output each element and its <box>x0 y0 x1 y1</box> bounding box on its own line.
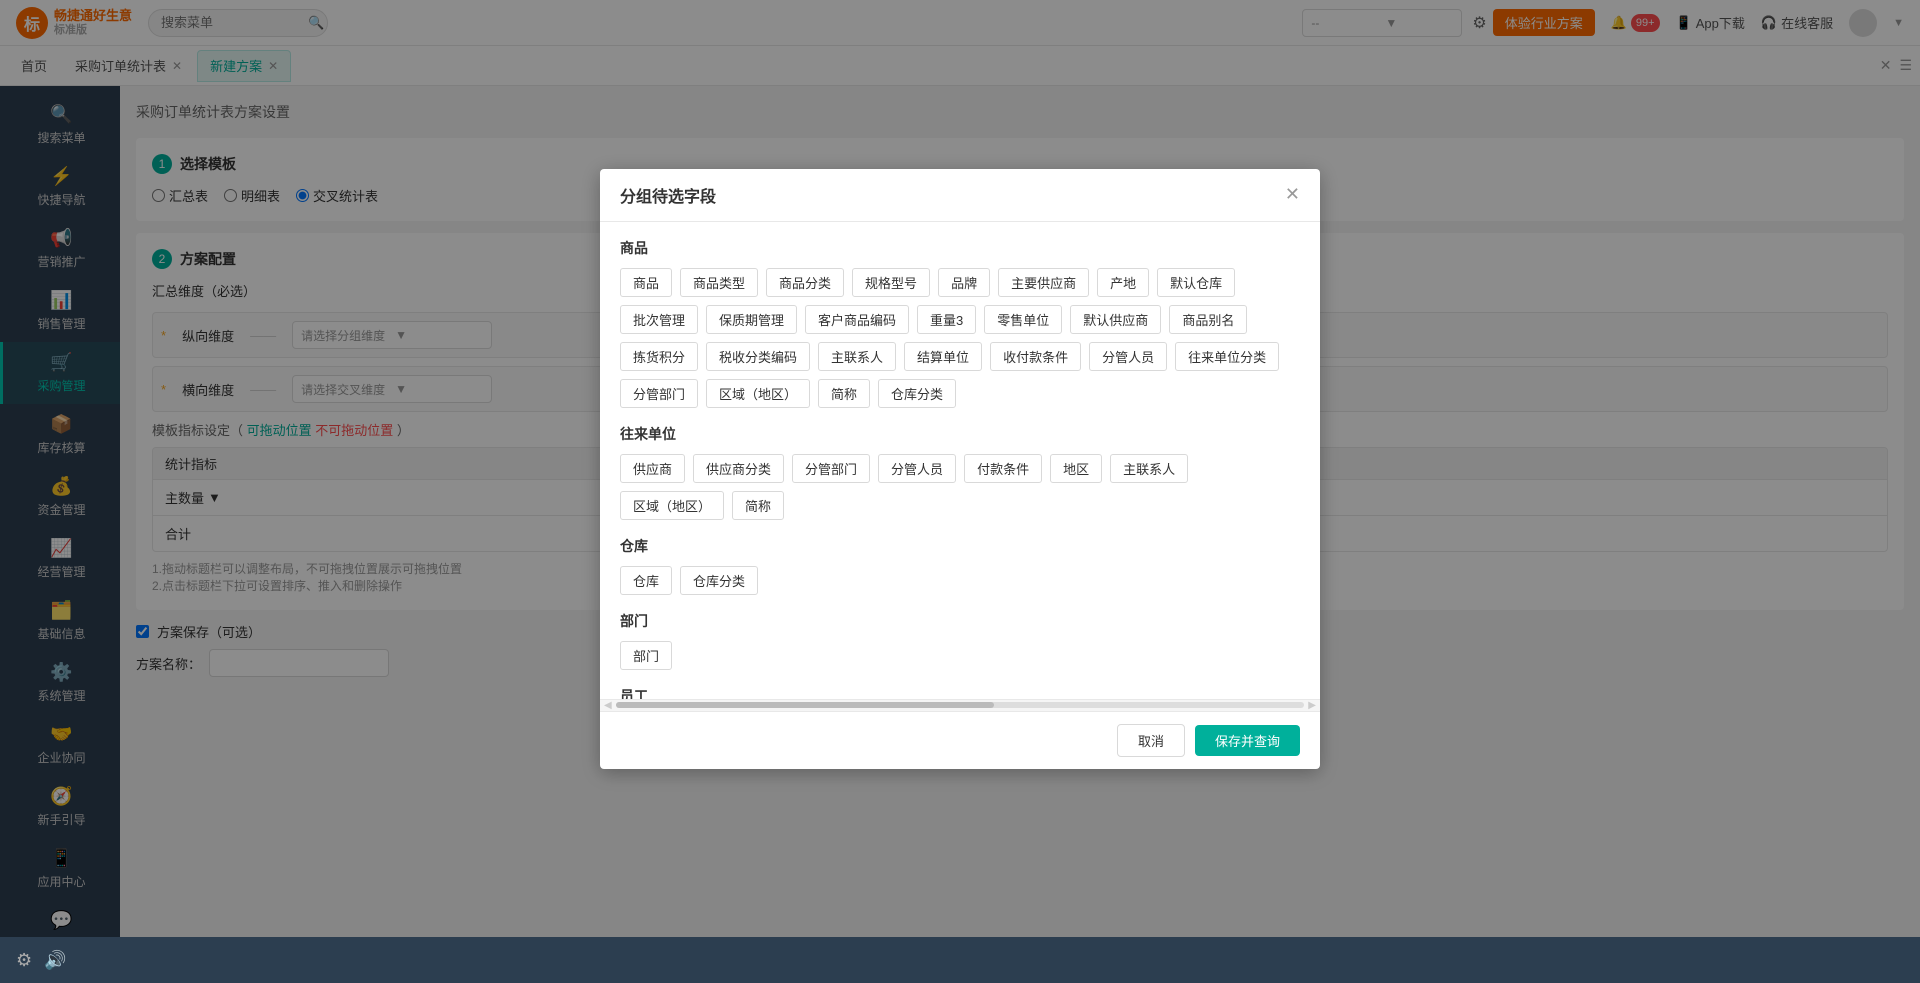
field-tag[interactable]: 税收分类编码 <box>706 342 810 371</box>
field-tag[interactable]: 默认仓库 <box>1157 268 1235 297</box>
modal-dialog: 分组待选字段 ✕ 商品商品商品类型商品分类规格型号品牌主要供应商产地默认仓库批次… <box>600 169 1320 769</box>
field-tag[interactable]: 供应商分类 <box>693 454 784 483</box>
bottombar: ⚙ 🔊 <box>0 937 1920 983</box>
field-tag[interactable]: 客户商品编码 <box>805 305 909 334</box>
modal-body: 商品商品商品类型商品分类规格型号品牌主要供应商产地默认仓库批次管理保质期管理客户… <box>600 222 1320 699</box>
field-tag[interactable]: 商品 <box>620 268 672 297</box>
field-section-往来单位: 往来单位供应商供应商分类分管部门分管人员付款条件地区主联系人区域（地区） 简称 <box>620 424 1300 520</box>
field-tag[interactable]: 仓库分类 <box>680 566 758 595</box>
field-tag[interactable]: 收付款条件 <box>990 342 1081 371</box>
field-tag[interactable]: 默认供应商 <box>1070 305 1161 334</box>
field-tag[interactable]: 品牌 <box>938 268 990 297</box>
field-section-title: 商品 <box>620 238 1300 258</box>
scroll-right-btn[interactable]: ▶ <box>1308 700 1316 711</box>
field-tag[interactable]: 供应商 <box>620 454 685 483</box>
field-section-部门: 部门部门 <box>620 611 1300 670</box>
field-tag[interactable]: 分管人员 <box>1089 342 1167 371</box>
field-tag[interactable]: 商品类型 <box>680 268 758 297</box>
h-scrollbar-thumb <box>616 702 995 708</box>
field-tag[interactable]: 保质期管理 <box>706 305 797 334</box>
modal-footer: 取消 保存并查询 <box>600 711 1320 769</box>
field-section-title: 往来单位 <box>620 424 1300 444</box>
h-scrollbar-track <box>616 702 1305 708</box>
field-tag[interactable]: 付款条件 <box>964 454 1042 483</box>
field-tag[interactable]: 规格型号 <box>852 268 930 297</box>
field-tag[interactable]: 分管部门 <box>792 454 870 483</box>
field-tag[interactable]: 仓库 <box>620 566 672 595</box>
modal-title: 分组待选字段 <box>620 183 716 207</box>
field-tag[interactable]: 往来单位分类 <box>1175 342 1279 371</box>
field-section-title: 仓库 <box>620 536 1300 556</box>
bottombar-volume-icon[interactable]: 🔊 <box>44 950 66 971</box>
field-tag[interactable]: 拣货积分 <box>620 342 698 371</box>
field-tag[interactable]: 分管人员 <box>878 454 956 483</box>
field-section-商品: 商品商品商品类型商品分类规格型号品牌主要供应商产地默认仓库批次管理保质期管理客户… <box>620 238 1300 408</box>
field-tags: 部门 <box>620 641 1300 670</box>
field-tags: 供应商供应商分类分管部门分管人员付款条件地区主联系人区域（地区） 简称 <box>620 454 1300 520</box>
field-section-title: 部门 <box>620 611 1300 631</box>
field-tags: 仓库仓库分类 <box>620 566 1300 595</box>
field-tag[interactable]: 结算单位 <box>904 342 982 371</box>
field-tag[interactable]: 分管部门 <box>620 379 698 408</box>
cancel-button[interactable]: 取消 <box>1117 724 1185 757</box>
field-tag[interactable]: 商品别名 <box>1169 305 1247 334</box>
scroll-left-btn[interactable]: ◀ <box>604 700 612 711</box>
field-tag[interactable]: 区域（地区） <box>620 491 724 520</box>
field-tag[interactable]: 地区 <box>1050 454 1102 483</box>
field-tags: 商品商品类型商品分类规格型号品牌主要供应商产地默认仓库批次管理保质期管理客户商品… <box>620 268 1300 408</box>
field-tag[interactable]: 主要供应商 <box>998 268 1089 297</box>
field-tag[interactable]: 主联系人 <box>1110 454 1188 483</box>
field-tag[interactable]: 产地 <box>1097 268 1149 297</box>
field-section-title: 员工 <box>620 686 1300 699</box>
field-tag[interactable]: 零售单位 <box>984 305 1062 334</box>
bottombar-left: ⚙ 🔊 <box>16 950 67 971</box>
field-tag[interactable]: 简称 <box>818 379 870 408</box>
field-tag[interactable]: 仓库分类 <box>878 379 956 408</box>
field-tag[interactable]: 部门 <box>620 641 672 670</box>
modal-close-button[interactable]: ✕ <box>1285 184 1300 205</box>
field-tag[interactable]: 重量3 <box>917 305 976 334</box>
modal-overlay: 分组待选字段 ✕ 商品商品商品类型商品分类规格型号品牌主要供应商产地默认仓库批次… <box>0 0 1920 937</box>
bottombar-settings-icon[interactable]: ⚙ <box>16 950 32 971</box>
field-tag[interactable]: 商品分类 <box>766 268 844 297</box>
field-tag[interactable]: 批次管理 <box>620 305 698 334</box>
field-tag[interactable]: 区域（地区） <box>706 379 810 408</box>
confirm-button[interactable]: 保存并查询 <box>1195 725 1300 756</box>
field-section-员工: 员工业务员 <box>620 686 1300 699</box>
modal-header: 分组待选字段 ✕ <box>600 169 1320 222</box>
field-tag[interactable]: 主联系人 <box>818 342 896 371</box>
field-section-仓库: 仓库仓库仓库分类 <box>620 536 1300 595</box>
modal-scrollbar-h[interactable]: ◀ ▶ <box>600 699 1320 711</box>
field-tag[interactable]: 简称 <box>732 491 784 520</box>
